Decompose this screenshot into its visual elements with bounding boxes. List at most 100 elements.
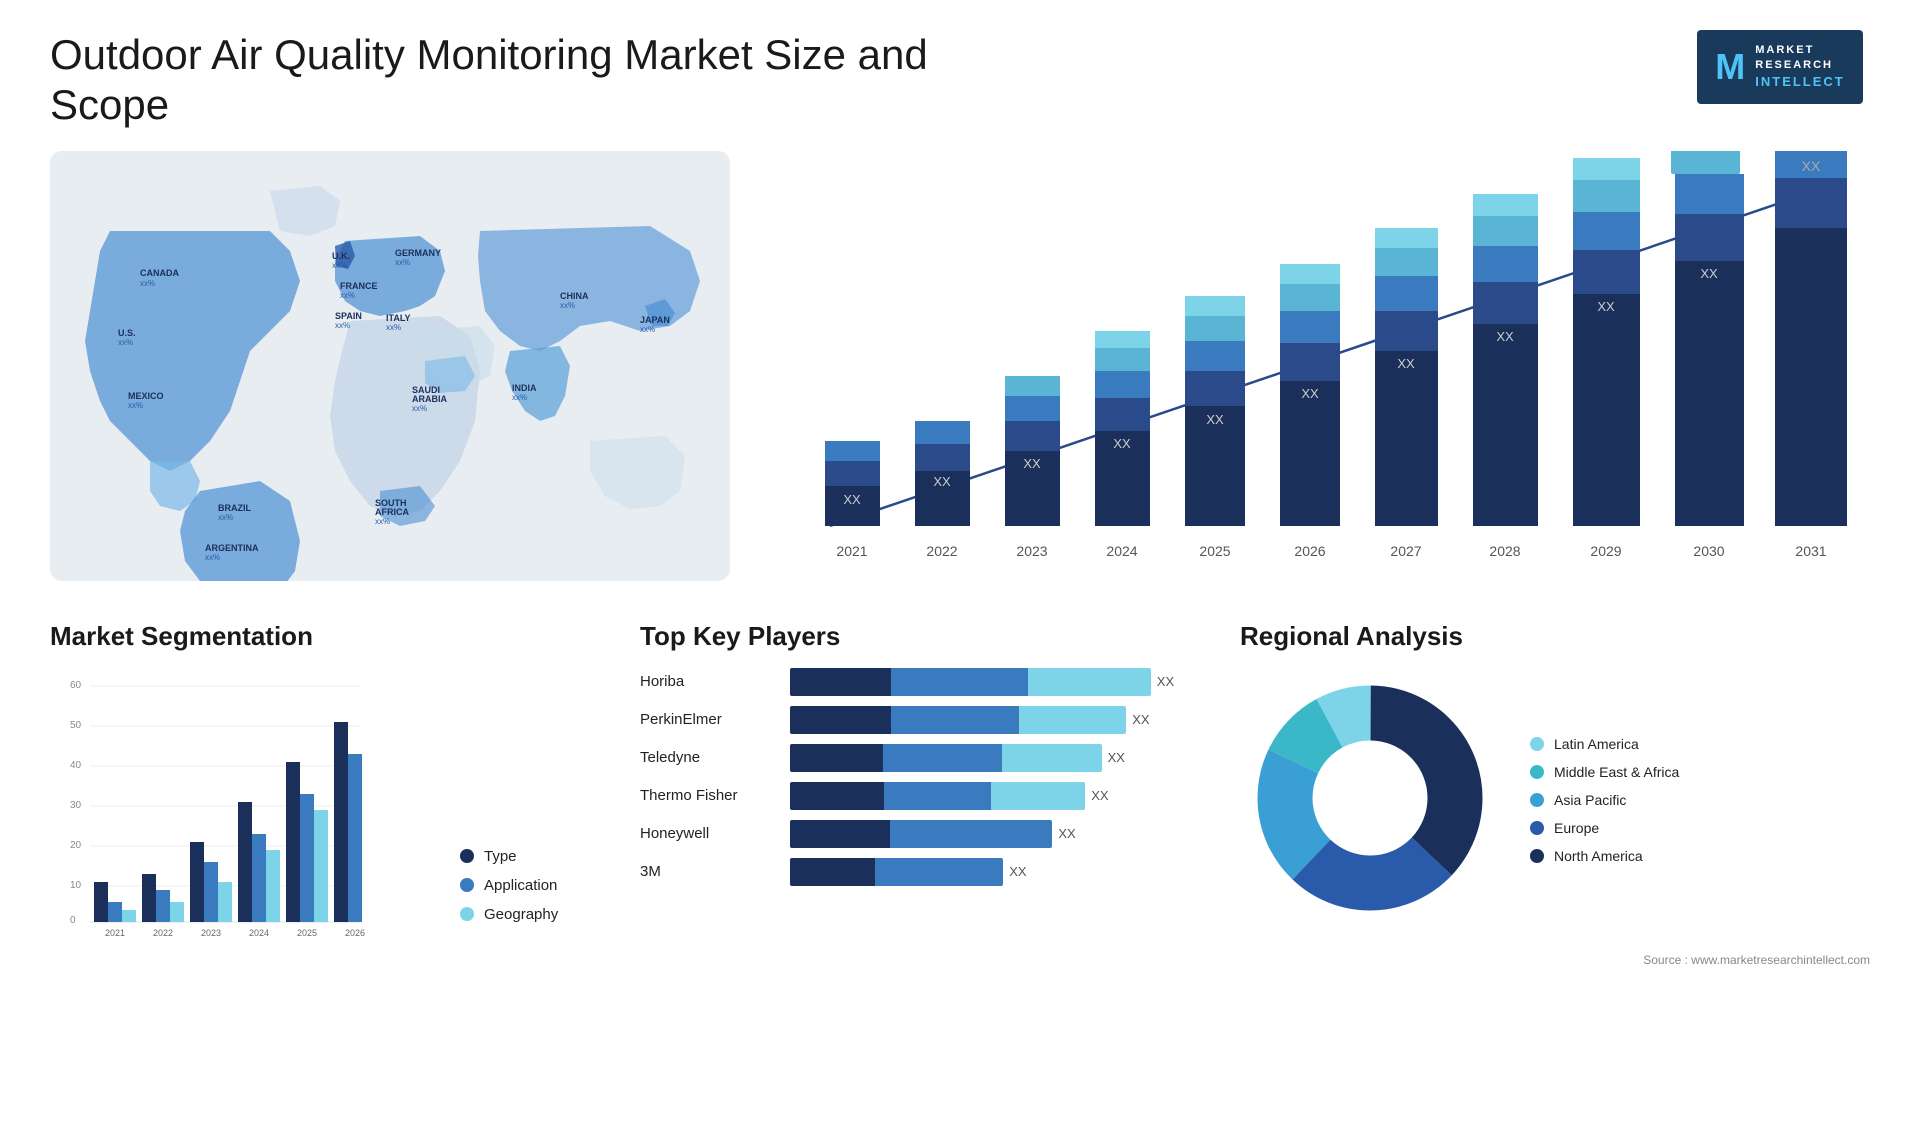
svg-text:XX: XX (1301, 386, 1319, 401)
player-name-thermofisher: Thermo Fisher (640, 787, 780, 804)
svg-text:XX: XX (1597, 299, 1615, 314)
logo-letter: M (1715, 42, 1745, 92)
svg-text:50: 50 (70, 720, 82, 731)
svg-text:xx%: xx% (140, 279, 155, 288)
player-bar-thermofisher: XX (790, 782, 1200, 810)
player-row-perkinelmer: PerkinElmer XX (640, 706, 1200, 734)
donut-legend: Latin America Middle East & Africa Asia … (1530, 736, 1679, 864)
svg-text:xx%: xx% (395, 258, 410, 267)
regional-title: Regional Analysis (1240, 621, 1870, 652)
svg-text:ARABIA: ARABIA (412, 394, 447, 404)
svg-text:JAPAN: JAPAN (640, 315, 670, 325)
svg-text:2031: 2031 (1795, 543, 1826, 559)
svg-text:XX: XX (1206, 412, 1224, 427)
svg-text:XX: XX (933, 474, 951, 489)
legend-dot-type (460, 849, 474, 863)
legend-dot-geography (460, 907, 474, 921)
svg-text:INDIA: INDIA (512, 383, 537, 393)
players-table: Horiba XX PerkinElmer (640, 668, 1200, 886)
svg-text:2021: 2021 (836, 543, 867, 559)
legend-middle-east-africa: Middle East & Africa (1530, 764, 1679, 780)
logo-text: MARKET RESEARCH INTELLECT (1755, 43, 1845, 92)
dot-middle-east-africa (1530, 765, 1544, 779)
svg-text:ARGENTINA: ARGENTINA (205, 543, 259, 553)
svg-text:CHINA: CHINA (560, 291, 589, 301)
dot-europe (1530, 821, 1544, 835)
legend-application: Application (460, 877, 600, 894)
player-bar-honeywell: XX (790, 820, 1200, 848)
player-bar-3m: XX (790, 858, 1200, 886)
player-bar-teledyne: XX (790, 744, 1200, 772)
player-row-thermofisher: Thermo Fisher XX (640, 782, 1200, 810)
svg-text:2021: 2021 (105, 928, 125, 938)
bar-chart-svg: XX 2021 XX 2022 XX 2023 (770, 151, 1870, 581)
svg-text:xx%: xx% (640, 325, 655, 334)
top-section: CANADA xx% U.S. xx% MEXICO xx% BRAZIL xx… (50, 151, 1870, 581)
svg-text:XX: XX (1397, 356, 1415, 371)
svg-text:2024: 2024 (1106, 543, 1137, 559)
svg-text:2025: 2025 (1199, 543, 1230, 559)
svg-text:30: 30 (70, 800, 82, 811)
svg-text:xx%: xx% (128, 401, 143, 410)
svg-text:xx%: xx% (335, 321, 350, 330)
key-players-section: Top Key Players Horiba XX PerkinElmer (640, 621, 1200, 967)
segmentation-legend: Type Application Geography (460, 848, 600, 953)
svg-text:xx%: xx% (512, 393, 527, 402)
svg-text:2024: 2024 (249, 928, 269, 938)
svg-text:2023: 2023 (201, 928, 221, 938)
svg-text:2026: 2026 (1294, 543, 1325, 559)
header: Outdoor Air Quality Monitoring Market Si… (50, 30, 1870, 131)
svg-text:2028: 2028 (1489, 543, 1520, 559)
legend-type: Type (460, 848, 600, 865)
world-map-svg: CANADA xx% U.S. xx% MEXICO xx% BRAZIL xx… (50, 151, 730, 581)
svg-text:xx%: xx% (386, 323, 401, 332)
page-title: Outdoor Air Quality Monitoring Market Si… (50, 30, 950, 131)
player-name-horiba: Horiba (640, 673, 780, 690)
donut-svg (1240, 668, 1500, 928)
svg-text:SPAIN: SPAIN (335, 311, 362, 321)
svg-text:xx%: xx% (560, 301, 575, 310)
svg-text:xx%: xx% (340, 291, 355, 300)
svg-text:XX: XX (1802, 158, 1821, 174)
segmentation-section: Market Segmentation 60 50 40 30 20 10 0 (50, 621, 600, 967)
svg-text:XX: XX (1700, 266, 1718, 281)
svg-text:CANADA: CANADA (140, 268, 179, 278)
svg-text:U.K.: U.K. (332, 251, 350, 261)
dot-latin-america (1530, 737, 1544, 751)
svg-text:BRAZIL: BRAZIL (218, 503, 251, 513)
svg-text:XX: XX (1496, 329, 1514, 344)
svg-text:xx%: xx% (118, 338, 133, 347)
donut-chart-area (1240, 668, 1500, 933)
svg-text:U.S.: U.S. (118, 328, 136, 338)
svg-text:2022: 2022 (926, 543, 957, 559)
svg-text:2029: 2029 (1590, 543, 1621, 559)
world-map-container: CANADA xx% U.S. xx% MEXICO xx% BRAZIL xx… (50, 151, 730, 581)
svg-text:xx%: xx% (412, 404, 427, 413)
svg-text:40: 40 (70, 760, 82, 771)
svg-text:0: 0 (70, 915, 76, 926)
svg-text:20: 20 (70, 840, 82, 851)
svg-text:2023: 2023 (1016, 543, 1047, 559)
player-name-perkinelmer: PerkinElmer (640, 711, 780, 728)
svg-text:XX: XX (1113, 436, 1131, 451)
svg-text:AFRICA: AFRICA (375, 507, 409, 517)
svg-text:GERMANY: GERMANY (395, 248, 441, 258)
svg-text:60: 60 (70, 680, 82, 691)
player-name-3m: 3M (640, 863, 780, 880)
legend-europe: Europe (1530, 820, 1679, 836)
svg-text:10: 10 (70, 880, 82, 891)
svg-text:xx%: xx% (375, 517, 390, 526)
legend-asia-pacific: Asia Pacific (1530, 792, 1679, 808)
bottom-section: Market Segmentation 60 50 40 30 20 10 0 (50, 621, 1870, 967)
legend-dot-application (460, 878, 474, 892)
segmentation-title: Market Segmentation (50, 621, 600, 652)
svg-text:xx%: xx% (205, 553, 220, 562)
dot-asia-pacific (1530, 793, 1544, 807)
segmentation-svg-area: 60 50 40 30 20 10 0 (50, 668, 430, 953)
logo-area: M MARKET RESEARCH INTELLECT (1690, 30, 1870, 104)
bar-chart-container: XX 2021 XX 2022 XX 2023 (770, 151, 1870, 581)
svg-text:MEXICO: MEXICO (128, 391, 164, 401)
legend-north-america: North America (1530, 848, 1679, 864)
regional-section: Regional Analysis Latin Ame (1240, 621, 1870, 967)
legend-geography: Geography (460, 906, 600, 923)
